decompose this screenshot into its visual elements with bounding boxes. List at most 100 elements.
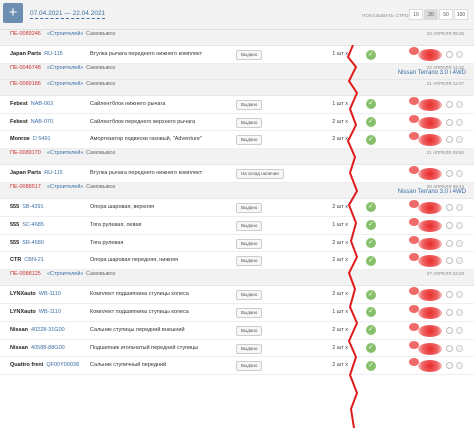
rows-option-20[interactable]: 20 (424, 9, 438, 20)
date-range-picker[interactable]: 07.04.2021 — 22.04.2021 (30, 10, 106, 19)
item-article-link[interactable]: QF00Y00038 (46, 362, 79, 368)
redaction-mark-icon (418, 342, 442, 355)
item-brand-name: 555 (10, 221, 20, 228)
item-quantity: 2 шт x (332, 203, 348, 210)
rows-option-100[interactable]: 100 (454, 9, 468, 20)
radio-option-icon[interactable] (456, 203, 463, 211)
item-article-link[interactable]: 40228-31G00 (31, 327, 65, 333)
radio-option-icon[interactable] (456, 51, 463, 58)
redaction-mark-icon (418, 289, 442, 302)
item-article-link[interactable]: WB-1110 (39, 291, 61, 297)
radio-option-icon[interactable] (446, 51, 453, 58)
order-id-link[interactable]: ПЕ-0089170 (10, 150, 41, 156)
item-article-link[interactable]: NAB-063 (31, 101, 53, 107)
item-status-button[interactable]: Выдано (236, 343, 263, 354)
item-brand-name: Nissan (10, 344, 29, 351)
radio-option-icon[interactable] (456, 362, 463, 370)
order-id-link[interactable]: ПЕ-0046748 (10, 65, 41, 71)
rows-option-50[interactable]: 50 (439, 9, 453, 20)
order-item-row: Quattro freni QF00Y00038 Сальник ступичный… (0, 357, 474, 376)
order-item-row: 555 SR-4680 Тяга рулевая Выдано 2 шт x ✓ (0, 234, 474, 253)
radio-option-icon[interactable] (456, 136, 463, 144)
redaction-mark-icon (418, 255, 442, 268)
radio-option-icon[interactable] (456, 170, 463, 178)
radio-option-icon[interactable] (446, 257, 453, 265)
radio-option-icon[interactable] (456, 291, 463, 299)
item-article-link[interactable]: WB-1110 (39, 309, 61, 315)
radio-option-icon[interactable] (456, 257, 463, 265)
item-article-link[interactable]: RU-115 (44, 51, 63, 57)
item-brand-name: Monroe (10, 136, 30, 143)
item-brand: Nissan 40228-31G00 (10, 327, 65, 333)
radio-option-icon[interactable] (456, 118, 463, 126)
order-item-row: Nissan 40588-88G00 Подшипник игольчатый пе… (0, 339, 474, 358)
item-status-button[interactable]: Выдано (236, 307, 263, 318)
radio-option-icon[interactable] (446, 344, 453, 352)
item-article-link[interactable]: D 5491 (33, 136, 51, 142)
radio-option-icon[interactable] (446, 308, 453, 316)
radio-option-icon[interactable] (456, 344, 463, 352)
delivery-method: Самовывоз (86, 271, 116, 278)
item-description: Тяга рулевая (90, 239, 124, 246)
item-status-button[interactable]: Выдано (236, 117, 263, 128)
order-id-link[interactable]: ПЕ-0088125 (10, 271, 41, 277)
item-status-button[interactable]: Выдано (236, 256, 263, 267)
order-id-link[interactable]: ПЕ-0089186 (10, 81, 41, 87)
check-icon: ✓ (366, 117, 376, 128)
radio-option-icon[interactable] (456, 308, 463, 316)
item-article-link[interactable]: SC-4685 (22, 222, 44, 228)
item-brand: 555 SB-4391 (10, 204, 44, 210)
item-status-button[interactable]: На склад наличия (236, 169, 284, 180)
radio-option-icon[interactable] (446, 326, 453, 334)
vehicle-link[interactable]: Nissan Terrano 3.0 i 4WD (398, 70, 466, 76)
client-link[interactable]: «Строителей» (47, 31, 83, 37)
order-header: ПЕ-0089186 «Строителей» Самовывоз 21 АПРЕЛЯ… (0, 79, 474, 96)
vehicle-link[interactable]: Nissan Terrano 3.0 i 4WD (398, 189, 466, 195)
item-article-link[interactable]: SB-4391 (22, 204, 43, 210)
delivery-method: Самовывоз (86, 64, 116, 71)
radio-option-icon[interactable] (446, 100, 453, 108)
rows-option-10[interactable]: 10 (409, 9, 423, 20)
item-article-link[interactable]: RU-115 (44, 170, 63, 176)
radio-option-icon[interactable] (456, 326, 463, 334)
client-link[interactable]: «Строителей» (47, 81, 83, 87)
item-description: Сайлентблок нижнего рычага (90, 100, 166, 107)
radio-option-icon[interactable] (446, 118, 453, 126)
item-status-button[interactable]: Выдано (236, 50, 263, 60)
add-button[interactable]: + (3, 3, 23, 23)
radio-option-icon[interactable] (446, 221, 453, 229)
item-status-button[interactable]: Выдано (236, 220, 263, 231)
item-article-link[interactable]: CBN-21 (24, 257, 44, 263)
item-article-link[interactable]: SR-4680 (22, 240, 44, 246)
radio-option-icon[interactable] (456, 221, 463, 229)
item-status-button[interactable]: Выдано (236, 325, 263, 336)
item-status-button[interactable]: Выдано (236, 238, 263, 249)
item-status-button[interactable]: Выдано (236, 290, 263, 301)
order-id-link[interactable]: ПЕ-0089246 (10, 31, 41, 37)
radio-option-icon[interactable] (446, 239, 453, 247)
order-id-link[interactable]: ПЕ-0088517 (10, 184, 41, 190)
radio-option-icon[interactable] (446, 170, 453, 178)
item-description: Сальник ступицы передний внешний (90, 326, 185, 333)
item-quantity: 1 шт x (332, 51, 348, 57)
order-header: ПЕ-0089170 «Строителей» Самовывоз 21 АПРЕЛЯ… (0, 149, 474, 166)
radio-option-icon[interactable] (456, 100, 463, 108)
radio-option-icon[interactable] (456, 239, 463, 247)
client-link[interactable]: «Строителей» (47, 150, 83, 156)
client-link[interactable]: «Строителей» (47, 65, 83, 71)
item-status-button[interactable]: Выдано (236, 202, 263, 213)
check-icon: ✓ (366, 99, 376, 110)
client-link[interactable]: «Строителей» (47, 184, 83, 190)
client-link[interactable]: «Строителей» (47, 271, 83, 277)
item-status-button[interactable]: Выдано (236, 135, 263, 146)
item-quantity: 2 шт x (332, 291, 348, 298)
item-article-link[interactable]: NAB-070 (31, 119, 53, 125)
item-status-button[interactable]: Выдано (236, 99, 263, 110)
radio-option-icon[interactable] (446, 291, 453, 299)
radio-option-icon[interactable] (446, 362, 453, 370)
item-article-link[interactable]: 40588-88G00 (31, 345, 65, 351)
item-status-button[interactable]: Выдано (236, 361, 263, 372)
radio-option-icon[interactable] (446, 136, 453, 144)
radio-option-icon[interactable] (446, 203, 453, 211)
delivery-method: Самовывоз (86, 31, 116, 37)
